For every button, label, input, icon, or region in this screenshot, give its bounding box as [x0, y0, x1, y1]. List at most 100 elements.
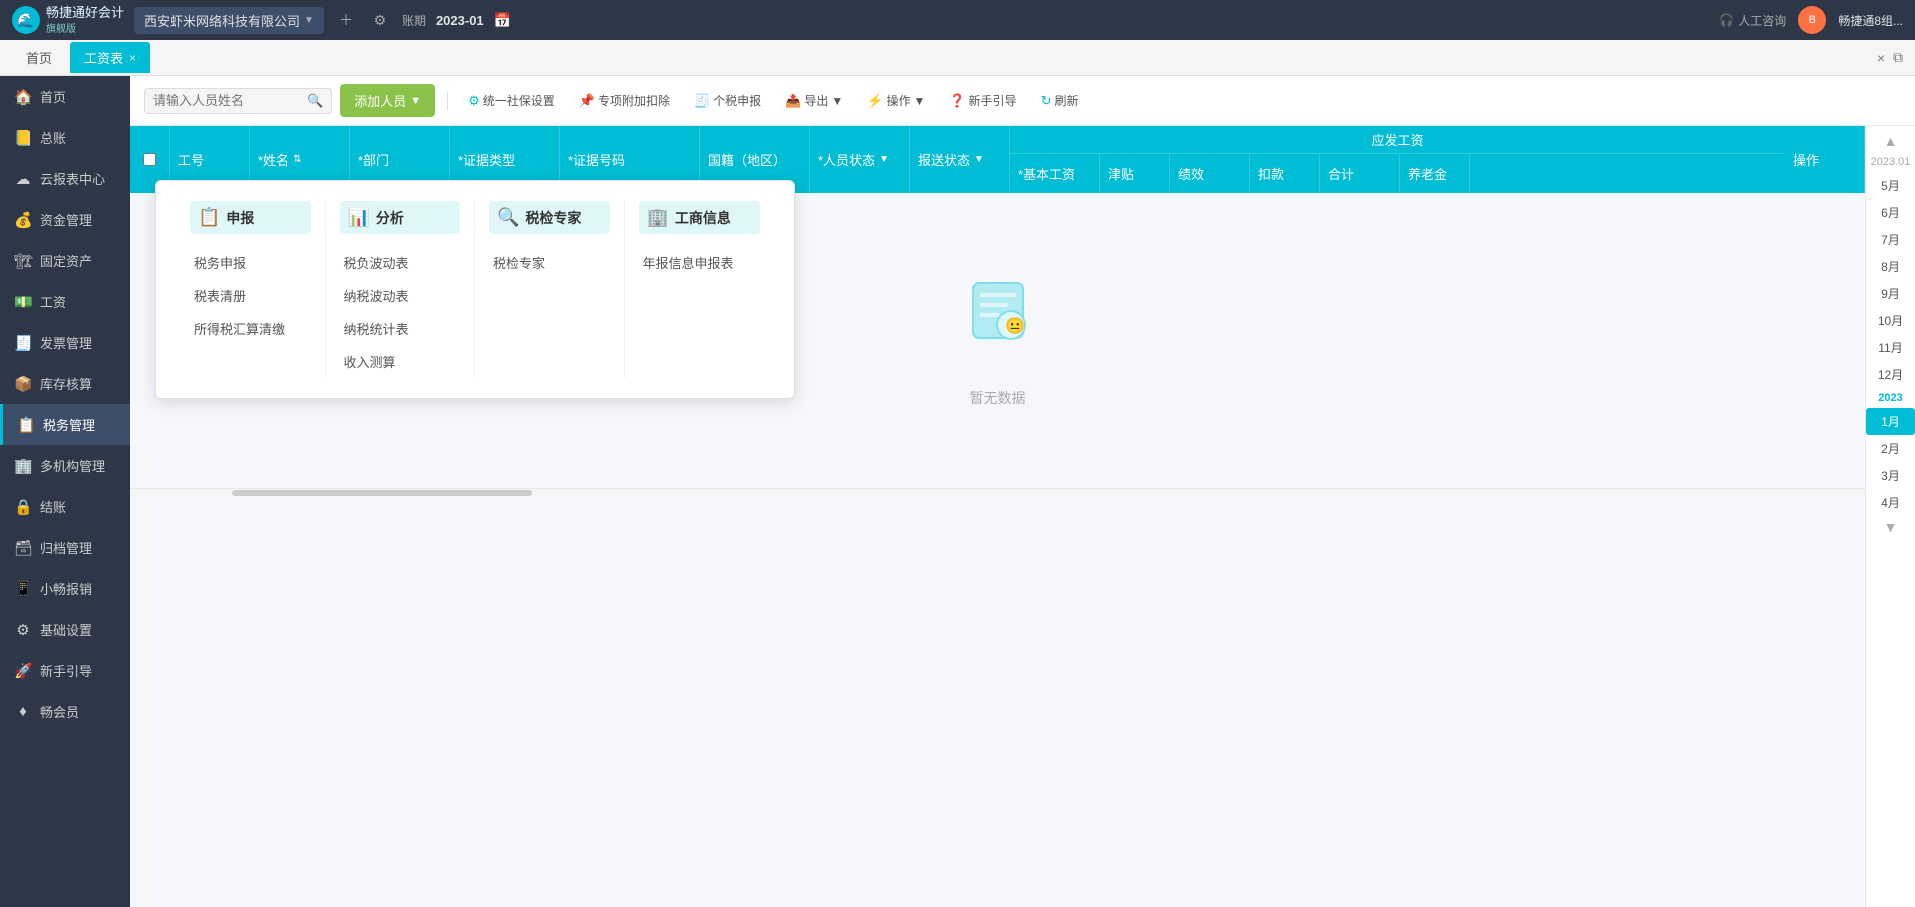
settings-icon[interactable]: ⚙ [368, 8, 392, 32]
global-close-icon[interactable]: × [1877, 50, 1885, 66]
sidebar-item-mini-sales[interactable]: 📱 小畅报销 [0, 568, 130, 609]
fund-icon: 💰 [14, 211, 32, 229]
th-allowance-label: 津贴 [1108, 164, 1134, 183]
sidebar-item-cloud-report[interactable]: ☁ 云报表中心 [0, 158, 130, 199]
date-panel-month-9[interactable]: 9月 [1866, 280, 1915, 307]
sidebar-item-new-guide[interactable]: 🚀 新手引导 [0, 650, 130, 691]
popup-item-tax-inspector[interactable]: 税检专家 [489, 246, 610, 279]
report-status-filter-icon[interactable]: ▼ [974, 154, 984, 165]
popup-grid: 📋 申报 税务申报 税表清册 所得税汇算清缴 📊 分析 税负波动表 纳税波动表 … [176, 201, 774, 378]
social-insurance-btn[interactable]: ⚙ 统一社保设置 [460, 87, 563, 114]
popup-item-tax-burden-trend[interactable]: 税负波动表 [340, 246, 461, 279]
date-panel-month-4[interactable]: 4月 [1866, 489, 1915, 516]
logo-icon: 🌊 [12, 6, 40, 34]
operations-btn[interactable]: ⚡ 操作 ▼ [859, 87, 933, 114]
new-guide-toolbar-btn[interactable]: ❓ 新手引导 [941, 87, 1024, 114]
th-operations-label: 操作 [1793, 150, 1819, 169]
date-panel-month-2[interactable]: 2月 [1866, 435, 1915, 462]
sidebar-item-close-period[interactable]: 🔒 结账 [0, 486, 130, 527]
tax-expert-title-label: 税检专家 [525, 208, 581, 228]
select-all-checkbox[interactable] [143, 153, 156, 166]
popup-item-tax-clearance[interactable]: 税表清册 [190, 279, 311, 312]
tab-home[interactable]: 首页 [12, 42, 66, 73]
popup-item-tax-declaration[interactable]: 税务申报 [190, 246, 311, 279]
customer-service-btn[interactable]: 🎧 人工咨询 [1719, 12, 1786, 29]
tab-bar: 首页 工资表 × × ⧉ [0, 40, 1915, 76]
declaration-category-icon: 📋 [198, 207, 220, 228]
date-panel-month-1[interactable]: 1月 [1866, 408, 1915, 435]
refresh-btn[interactable]: ↻ 刷新 [1033, 87, 1087, 114]
sidebar-item-multi-org[interactable]: 🏢 多机构管理 [0, 445, 130, 486]
add-company-icon[interactable]: ＋ [334, 8, 358, 32]
payroll-group: 应发工资 *基本工资 津贴 绩效 [1010, 126, 1785, 193]
sidebar-item-inventory[interactable]: 📦 库存核算 [0, 363, 130, 404]
th-allowance: 津贴 [1100, 154, 1170, 193]
invoice-icon: 🧾 [14, 334, 32, 352]
th-pension-label: 养老金 [1408, 164, 1447, 183]
special-deduction-btn[interactable]: 📌 专项附加扣除 [571, 87, 678, 114]
date-panel-month-7[interactable]: 7月 [1866, 226, 1915, 253]
scrollbar-thumb[interactable] [232, 490, 532, 496]
date-panel-month-5[interactable]: 5月 [1866, 172, 1915, 199]
date-panel-month-8[interactable]: 8月 [1866, 253, 1915, 280]
calendar-icon[interactable]: 📅 [494, 12, 511, 29]
date-panel-year-2023: 2023 [1876, 388, 1904, 408]
sidebar-label-fixed-assets: 固定资产 [40, 251, 92, 270]
date-panel-month-11[interactable]: 11月 [1866, 334, 1915, 361]
tax-management-popup: 📋 申报 税务申报 税表清册 所得税汇算清缴 📊 分析 税负波动表 纳税波动表 … [155, 180, 795, 399]
date-panel-month-3[interactable]: 3月 [1866, 462, 1915, 489]
popup-col-analysis-title: 📊 分析 [340, 201, 461, 234]
sidebar-item-fixed-assets[interactable]: 🏗 固定资产 [0, 240, 130, 281]
add-employee-button[interactable]: 添加人员 ▼ [340, 84, 435, 117]
popup-item-annual-report[interactable]: 年报信息申报表 [639, 246, 761, 279]
date-panel-month-12[interactable]: 12月 [1866, 361, 1915, 388]
fixed-assets-icon: 🏗 [14, 252, 32, 270]
toolbar: 🔍 添加人员 ▼ ⚙ 统一社保设置 📌 专项附加扣除 🧾 个税申报 📤 导出 [130, 76, 1915, 126]
sidebar-item-ledger[interactable]: 📒 总账 [0, 117, 130, 158]
sidebar-item-archive[interactable]: 🗃 归档管理 [0, 527, 130, 568]
export-btn[interactable]: 📤 导出 ▼ [777, 87, 851, 114]
tab-salary[interactable]: 工资表 × [70, 42, 150, 73]
th-pension: 养老金 [1400, 154, 1470, 193]
th-basic-salary: *基本工资 [1010, 154, 1100, 193]
mini-sales-icon: 📱 [14, 580, 32, 598]
global-restore-icon[interactable]: ⧉ [1893, 49, 1903, 66]
popup-item-tax-payment-trend[interactable]: 纳税波动表 [340, 279, 461, 312]
name-sort-icon[interactable]: ⇅ [293, 154, 301, 165]
company-selector[interactable]: 西安虾米网络科技有限公司 ▼ [134, 7, 324, 34]
sidebar-item-tax[interactable]: 📋 税务管理 [0, 404, 130, 445]
th-basic-salary-label: *基本工资 [1018, 164, 1075, 183]
date-nav-up[interactable]: ▲ [1881, 130, 1901, 152]
popup-item-income-calc[interactable]: 收入测算 [340, 345, 461, 378]
th-cert-type-label: *证据类型 [458, 150, 515, 169]
personal-tax-btn[interactable]: 🧾 个税申报 [686, 87, 769, 114]
popup-item-income-tax-summary[interactable]: 所得税汇算清缴 [190, 312, 311, 345]
date-panel-month-6[interactable]: 6月 [1866, 199, 1915, 226]
popup-item-tax-stats[interactable]: 纳税统计表 [340, 312, 461, 345]
th-name-label: *姓名 [258, 150, 289, 169]
vip-icon: ♦ [14, 703, 32, 720]
date-panel-month-10[interactable]: 10月 [1866, 307, 1915, 334]
th-report-status: 报送状态 ▼ [910, 126, 1010, 193]
svg-text:😐: 😐 [1005, 317, 1025, 335]
sidebar-item-vip[interactable]: ♦ 畅会员 [0, 691, 130, 732]
popup-col-tax-expert-title: 🔍 税检专家 [489, 201, 610, 234]
sidebar-item-fund[interactable]: 💰 资金管理 [0, 199, 130, 240]
tab-close-icon[interactable]: × [129, 51, 136, 65]
sidebar-item-home[interactable]: 🏠 首页 [0, 76, 130, 117]
sidebar-item-salary[interactable]: 💵 工资 [0, 281, 130, 322]
user-name[interactable]: 畅捷通8组... [1838, 12, 1903, 29]
horizontal-scrollbar[interactable] [130, 488, 1865, 496]
export-icon: 📤 [785, 93, 801, 109]
search-input[interactable] [153, 93, 303, 108]
th-report-status-label: 报送状态 [918, 150, 970, 169]
date-nav-down[interactable]: ▼ [1881, 516, 1901, 538]
multi-org-icon: 🏢 [14, 457, 32, 475]
user-avatar: B [1798, 6, 1826, 34]
th-dept-label: *部门 [358, 150, 389, 169]
person-status-filter-icon[interactable]: ▼ [879, 154, 889, 165]
sidebar-item-invoice[interactable]: 🧾 发票管理 [0, 322, 130, 363]
popup-col-biz-info: 🏢 工商信息 年报信息申报表 [625, 201, 775, 378]
sidebar-item-basic-settings[interactable]: ⚙ 基础设置 [0, 609, 130, 650]
th-total-label: 合计 [1328, 164, 1354, 183]
